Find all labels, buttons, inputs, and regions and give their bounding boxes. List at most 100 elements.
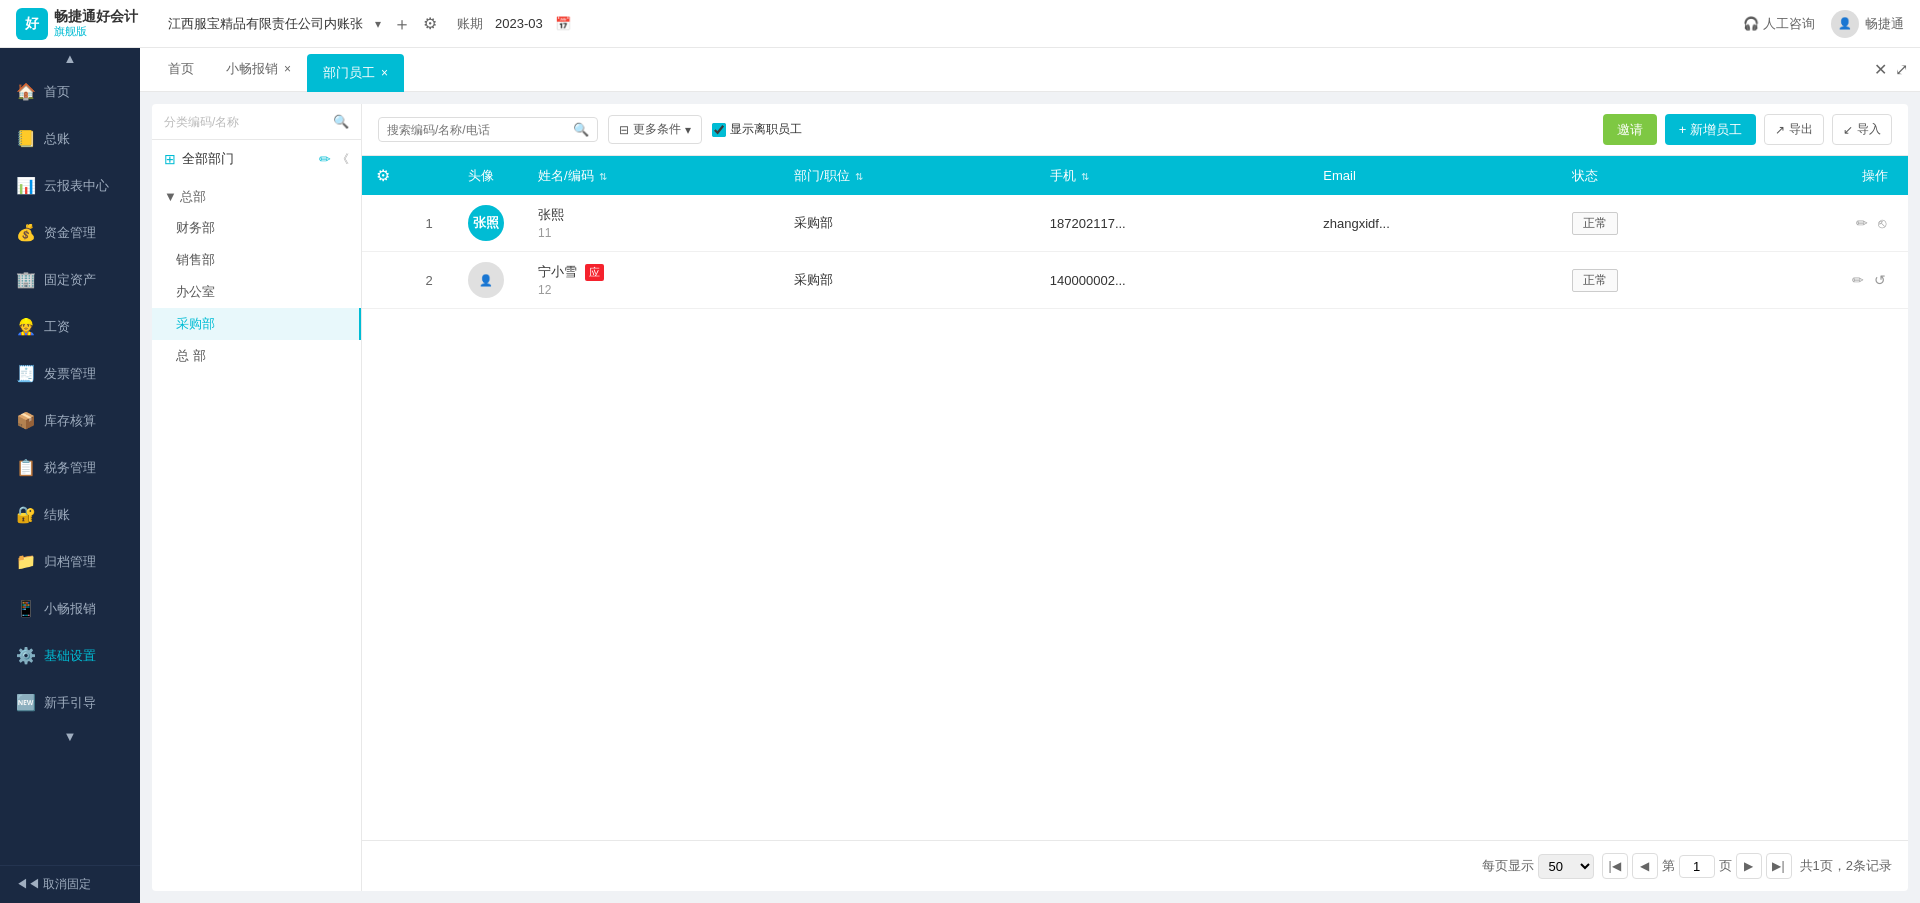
page-size-select: 每页显示 50 100 (1482, 854, 1594, 879)
sidebar-item-reports[interactable]: 📊 云报表中心 (0, 162, 140, 209)
user-name: 畅捷通 (1865, 15, 1904, 33)
funds-icon: 💰 (16, 223, 36, 242)
cell-email-1: zhangxidf... (1309, 195, 1558, 252)
expand-tab-btn[interactable]: ⤢ (1895, 60, 1908, 79)
app-name: 畅捷通好会计 (54, 8, 138, 25)
tax-icon: 📋 (16, 458, 36, 477)
sidebar-item-salary[interactable]: 👷 工资 (0, 303, 140, 350)
last-page-btn[interactable]: ▶| (1766, 853, 1792, 879)
close-tab-btn[interactable]: ✕ (1874, 60, 1887, 79)
add-company-button[interactable]: ＋ (393, 12, 411, 36)
cell-avatar-1: 张照 (454, 195, 524, 252)
sidebar-item-ledger[interactable]: 📒 总账 (0, 115, 140, 162)
service-label: 人工咨询 (1763, 15, 1815, 33)
avatar-1: 张照 (468, 205, 504, 241)
sidebar-item-label: 小畅报销 (44, 600, 96, 618)
dept-collapse-icon[interactable]: 《 (337, 151, 349, 168)
logout-icon-1[interactable]: ⎋ (1878, 215, 1886, 231)
cell-num-1: 1 (404, 195, 454, 252)
period-label: 账期 (457, 15, 483, 33)
edit-icon-2[interactable]: ✏ (1852, 272, 1864, 288)
add-employee-button[interactable]: + 新增员工 (1665, 114, 1756, 145)
status-badge-1: 正常 (1572, 212, 1618, 235)
dept-search-input[interactable] (164, 115, 327, 129)
logo-text-group: 畅捷通好会计 旗舰版 (54, 8, 138, 40)
sidebar-item-label: 归档管理 (44, 553, 96, 571)
tab-home[interactable]: 首页 (152, 48, 210, 92)
dept-item-finance[interactable]: 财务部 (152, 212, 361, 244)
dept-edit-icon[interactable]: ✏ (319, 151, 331, 167)
toolbar-right: 邀请 + 新增员工 ↗ 导出 ↙ 导入 (1603, 114, 1892, 145)
dept-all-header[interactable]: ⊞ 全部部门 ✏ 《 (152, 140, 361, 178)
tab-expense[interactable]: 小畅报销 × (210, 48, 307, 92)
page-nav: |◀ ◀ 第 页 ▶ ▶| (1602, 853, 1792, 879)
sidebar-item-assets[interactable]: 🏢 固定资产 (0, 256, 140, 303)
dept-item-purchase[interactable]: 采购部 (152, 308, 361, 340)
tabs-bar: 首页 小畅报销 × 部门员工 × ✕ ⤢ (140, 48, 1920, 92)
tab-department-close-icon[interactable]: × (381, 66, 388, 80)
sidebar-item-inventory[interactable]: 📦 库存核算 (0, 397, 140, 444)
dept-item-office[interactable]: 办公室 (152, 276, 361, 308)
cell-action-1: ✏ ⎋ (1758, 195, 1908, 252)
employee-search-box: 🔍 (378, 117, 598, 142)
table-settings-icon[interactable]: ⚙ (376, 167, 390, 184)
dept-search-area: 🔍 (152, 104, 361, 140)
sidebar-item-label: 发票管理 (44, 365, 96, 383)
page-size-dropdown[interactable]: 50 100 (1538, 854, 1594, 879)
sidebar-item-close[interactable]: 🔐 结账 (0, 491, 140, 538)
sidebar-item-invoice[interactable]: 🧾 发票管理 (0, 350, 140, 397)
settings-icon[interactable]: ⚙ (423, 14, 437, 33)
show-inactive-toggle[interactable]: 显示离职员工 (712, 121, 802, 138)
sidebar-item-expense[interactable]: 📱 小畅报销 (0, 585, 140, 632)
calendar-icon[interactable]: 📅 (555, 16, 571, 31)
employee-search-icon[interactable]: 🔍 (573, 122, 589, 137)
sidebar-item-tax[interactable]: 📋 税务管理 (0, 444, 140, 491)
emp-code-2: 12 (538, 283, 766, 297)
dept-grid-icon: ⊞ (164, 151, 176, 167)
service-button[interactable]: 🎧 人工咨询 (1743, 15, 1815, 33)
employee-area: 🔍 ⊟ 更多条件 ▾ 显示离职员工 邀请 + 新增员工 (362, 104, 1908, 891)
dept-item-sales[interactable]: 销售部 (152, 244, 361, 276)
cell-phone-2: 140000002... (1036, 252, 1309, 309)
sort-name-icon[interactable]: ⇅ (599, 171, 607, 182)
show-inactive-label: 显示离职员工 (730, 121, 802, 138)
next-page-btn[interactable]: ▶ (1736, 853, 1762, 879)
sidebar-item-funds[interactable]: 💰 资金管理 (0, 209, 140, 256)
col-avatar: 头像 (454, 156, 524, 195)
first-page-btn[interactable]: |◀ (1602, 853, 1628, 879)
app-sub: 旗舰版 (54, 24, 138, 39)
tab-department[interactable]: 部门员工 × (307, 54, 404, 92)
export-button[interactable]: ↗ 导出 (1764, 114, 1824, 145)
tab-expand-area: ✕ ⤢ (1874, 60, 1908, 79)
refresh-icon-2[interactable]: ↺ (1874, 272, 1886, 288)
sort-phone-icon[interactable]: ⇅ (1081, 171, 1089, 182)
scroll-down-btn[interactable]: ▼ (0, 726, 140, 746)
page-size-label: 每页显示 (1482, 857, 1534, 875)
expense-icon: 📱 (16, 599, 36, 618)
edit-icon-1[interactable]: ✏ (1856, 215, 1868, 231)
company-dropdown-icon[interactable]: ▾ (375, 17, 381, 31)
prev-page-btn[interactable]: ◀ (1632, 853, 1658, 879)
sidebar-item-home[interactable]: 🏠 首页 (0, 68, 140, 115)
sort-dept-icon[interactable]: ⇅ (855, 171, 863, 182)
user-area[interactable]: 👤 畅捷通 (1831, 10, 1904, 38)
page-input[interactable] (1679, 855, 1715, 878)
unpin-button[interactable]: ◀◀ 取消固定 (0, 865, 140, 903)
dept-search-icon[interactable]: 🔍 (333, 114, 349, 129)
tab-expense-label: 小畅报销 (226, 60, 278, 78)
sidebar-item-label: 工资 (44, 318, 70, 336)
cell-name-1: 张熙 11 (524, 195, 780, 252)
sidebar-item-archive[interactable]: 📁 归档管理 (0, 538, 140, 585)
sidebar-item-settings[interactable]: ⚙️ 基础设置 (0, 632, 140, 679)
col-dept: 部门/职位 ⇅ (780, 156, 1036, 195)
scroll-up-btn[interactable]: ▲ (0, 48, 140, 68)
dept-item-headquarters[interactable]: 总 部 (152, 340, 361, 372)
cell-avatar-2: 👤 (454, 252, 524, 309)
show-inactive-checkbox[interactable] (712, 123, 726, 137)
filter-button[interactable]: ⊟ 更多条件 ▾ (608, 115, 702, 144)
import-button[interactable]: ↙ 导入 (1832, 114, 1892, 145)
employee-search-input[interactable] (387, 123, 569, 137)
invite-button[interactable]: 邀请 (1603, 114, 1657, 145)
sidebar-item-guide[interactable]: 🆕 新手引导 (0, 679, 140, 726)
tab-expense-close-icon[interactable]: × (284, 62, 291, 76)
